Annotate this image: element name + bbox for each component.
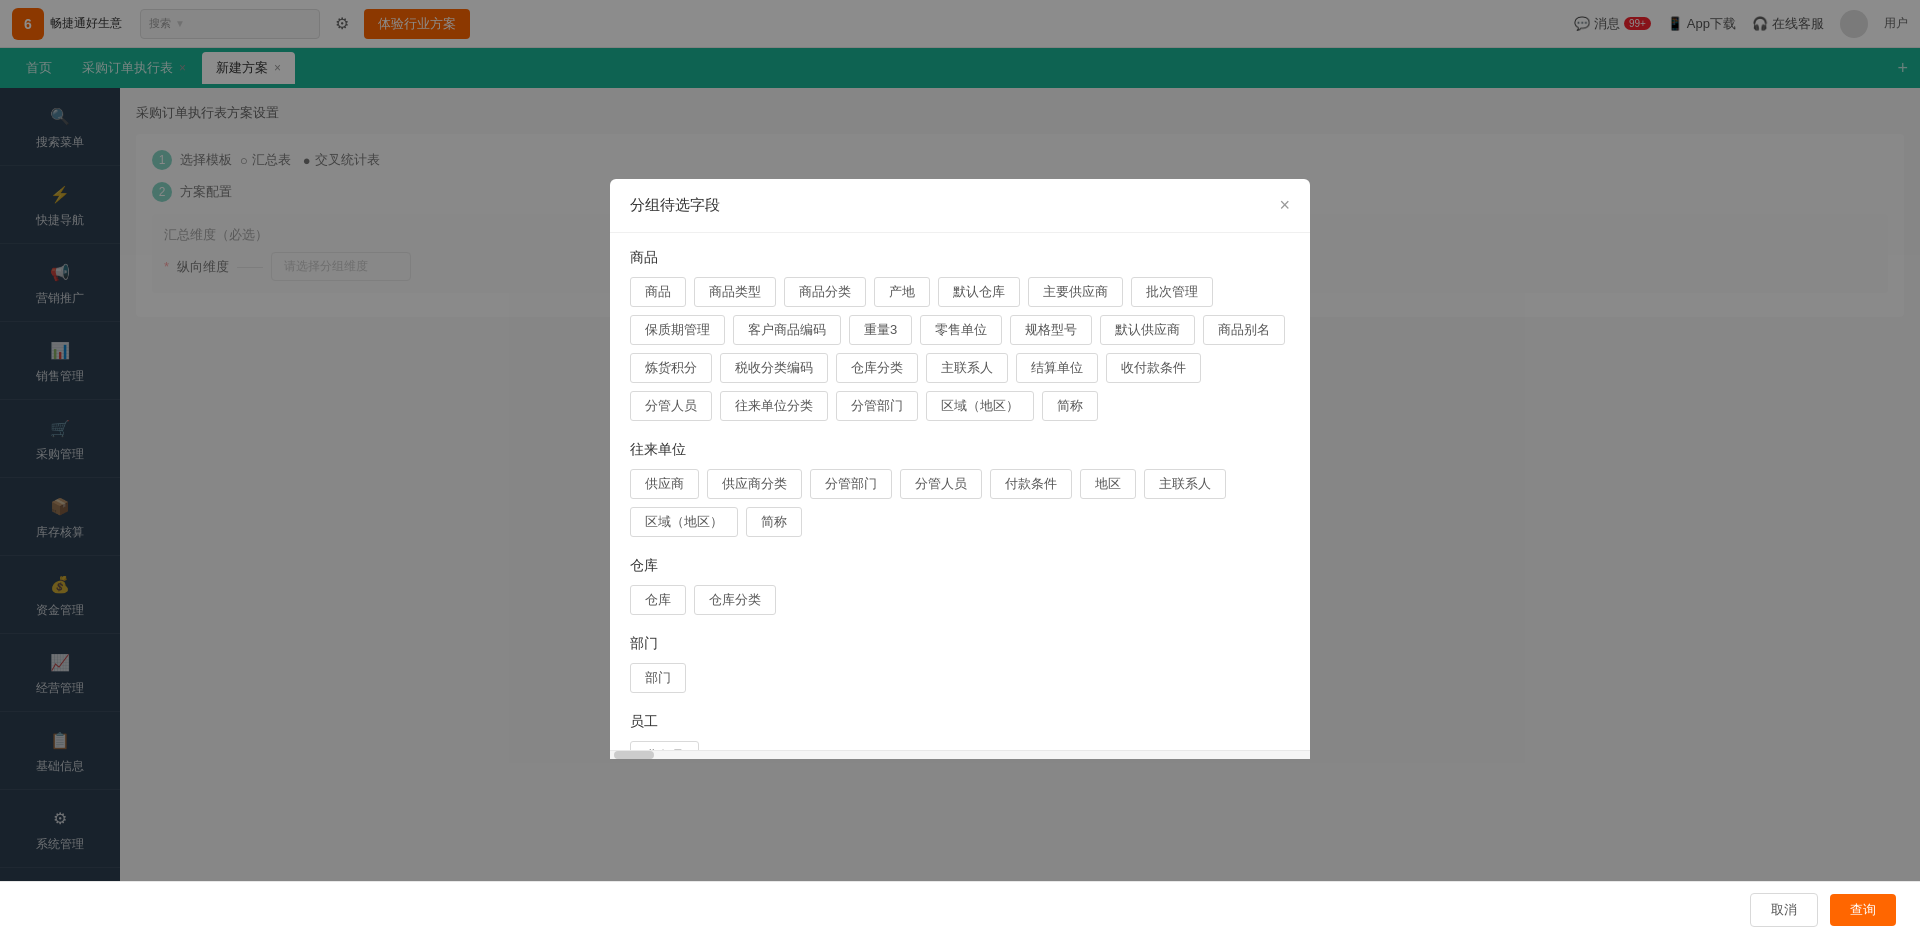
confirm-button[interactable]: 查询	[1830, 894, 1896, 926]
modal-close-button[interactable]: ×	[1279, 195, 1290, 216]
tag-warehouse[interactable]: 仓库	[630, 585, 686, 615]
tag-main-supplier[interactable]: 主要供应商	[1028, 277, 1123, 307]
section-warehouse-title: 仓库	[630, 557, 1290, 575]
tag-salesperson[interactable]: 业务员	[630, 741, 699, 750]
tag-partner-dept[interactable]: 分管部门	[810, 469, 892, 499]
tag-goods[interactable]: 商品	[630, 277, 686, 307]
section-employee: 员工 业务员	[630, 713, 1290, 750]
section-partner-title: 往来单位	[630, 441, 1290, 459]
tag-short-name[interactable]: 简称	[1042, 391, 1098, 421]
hscroll-thumb	[614, 751, 654, 759]
tag-partner-category[interactable]: 往来单位分类	[720, 391, 828, 421]
modal-body[interactable]: 商品 商品 商品类型 商品分类 产地 默认仓库 主要供应商 批次管理 保质期管理…	[610, 233, 1310, 750]
tag-spec-model[interactable]: 规格型号	[1010, 315, 1092, 345]
modal-overlay: 分组待选字段 × 商品 商品 商品类型 商品分类 产地 默认仓库 主要供应商 批…	[0, 0, 1920, 937]
tag-payment-terms[interactable]: 收付款条件	[1106, 353, 1201, 383]
tag-partner-short[interactable]: 简称	[746, 507, 802, 537]
section-goods-title: 商品	[630, 249, 1290, 267]
tag-partner-payment[interactable]: 付款条件	[990, 469, 1072, 499]
tag-batch-mgmt[interactable]: 批次管理	[1131, 277, 1213, 307]
section-department: 部门 部门	[630, 635, 1290, 693]
section-goods-tags: 商品 商品类型 商品分类 产地 默认仓库 主要供应商 批次管理 保质期管理 客户…	[630, 277, 1290, 421]
tag-settlement-unit[interactable]: 结算单位	[1016, 353, 1098, 383]
tag-warehouse-cat[interactable]: 仓库分类	[694, 585, 776, 615]
tag-supplier-category[interactable]: 供应商分类	[707, 469, 802, 499]
cancel-button[interactable]: 取消	[1750, 893, 1818, 927]
section-employee-tags: 业务员	[630, 741, 1290, 750]
tag-goods-alias[interactable]: 商品别名	[1203, 315, 1285, 345]
tag-shelf-life[interactable]: 保质期管理	[630, 315, 725, 345]
tag-goods-type[interactable]: 商品类型	[694, 277, 776, 307]
tag-supplier[interactable]: 供应商	[630, 469, 699, 499]
tag-dept[interactable]: 分管部门	[836, 391, 918, 421]
tag-customer-code[interactable]: 客户商品编码	[733, 315, 841, 345]
section-partner: 往来单位 供应商 供应商分类 分管部门 分管人员 付款条件 地区 主联系人 区域…	[630, 441, 1290, 537]
tag-origin[interactable]: 产地	[874, 277, 930, 307]
tag-partner-contact[interactable]: 主联系人	[1144, 469, 1226, 499]
modal-title: 分组待选字段	[630, 196, 720, 215]
tag-partner-manager[interactable]: 分管人员	[900, 469, 982, 499]
section-goods: 商品 商品 商品类型 商品分类 产地 默认仓库 主要供应商 批次管理 保质期管理…	[630, 249, 1290, 421]
tag-department[interactable]: 部门	[630, 663, 686, 693]
tag-partner-region[interactable]: 区域（地区）	[630, 507, 738, 537]
tag-tax-code[interactable]: 税收分类编码	[720, 353, 828, 383]
field-select-modal: 分组待选字段 × 商品 商品 商品类型 商品分类 产地 默认仓库 主要供应商 批…	[610, 179, 1310, 759]
tag-retail-unit[interactable]: 零售单位	[920, 315, 1002, 345]
section-partner-tags: 供应商 供应商分类 分管部门 分管人员 付款条件 地区 主联系人 区域（地区） …	[630, 469, 1290, 537]
tag-refine-points[interactable]: 炼货积分	[630, 353, 712, 383]
modal-hscroll[interactable]	[610, 750, 1310, 759]
section-warehouse: 仓库 仓库 仓库分类	[630, 557, 1290, 615]
tag-goods-category[interactable]: 商品分类	[784, 277, 866, 307]
tag-default-supplier[interactable]: 默认供应商	[1100, 315, 1195, 345]
section-employee-title: 员工	[630, 713, 1290, 731]
tag-manager[interactable]: 分管人员	[630, 391, 712, 421]
tag-default-warehouse[interactable]: 默认仓库	[938, 277, 1020, 307]
tag-partner-area[interactable]: 地区	[1080, 469, 1136, 499]
tag-warehouse-category[interactable]: 仓库分类	[836, 353, 918, 383]
modal-header: 分组待选字段 ×	[610, 179, 1310, 233]
section-department-title: 部门	[630, 635, 1290, 653]
section-warehouse-tags: 仓库 仓库分类	[630, 585, 1290, 615]
tag-weight[interactable]: 重量3	[849, 315, 912, 345]
section-department-tags: 部门	[630, 663, 1290, 693]
tag-main-contact[interactable]: 主联系人	[926, 353, 1008, 383]
tag-region[interactable]: 区域（地区）	[926, 391, 1034, 421]
bottom-actions: 取消 查询	[0, 881, 1920, 937]
